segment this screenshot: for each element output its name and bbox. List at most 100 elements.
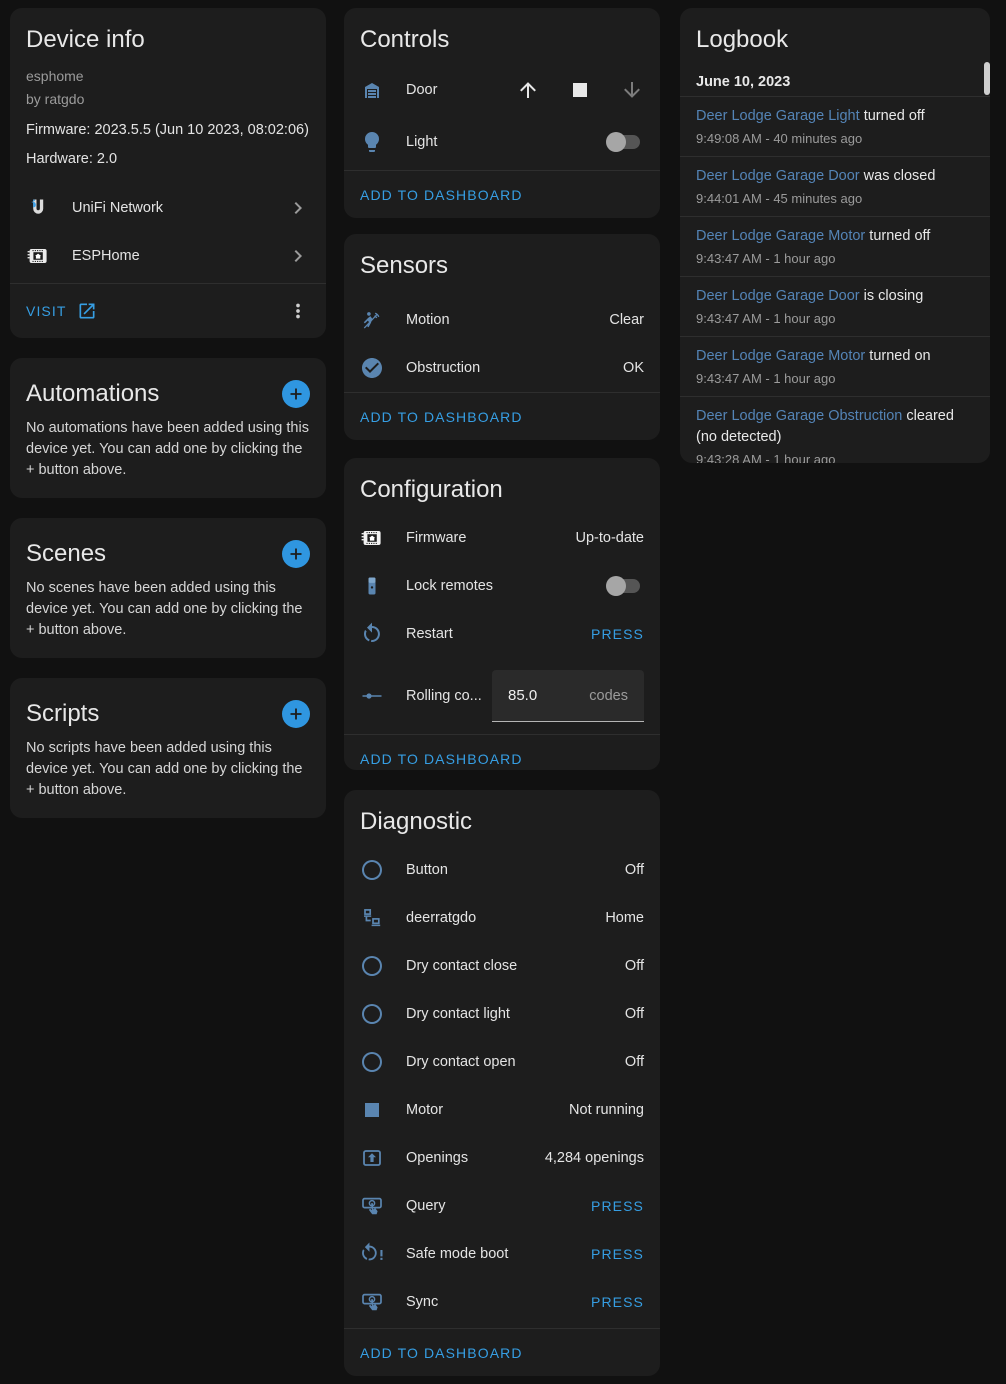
visit-link[interactable]: VISIT [26,301,97,321]
automations-title: Automations [26,380,160,407]
sync-press-button[interactable]: PRESS [591,1294,644,1310]
logbook-date: June 10, 2023 [680,58,990,97]
rolling-code-unit: codes [589,687,628,704]
obstruction-sensor-row[interactable]: Obstruction OK [344,344,660,392]
motion-sensor-row[interactable]: Motion Clear [344,296,660,344]
rolling-code-input[interactable]: 85.0 codes [492,670,644,722]
entry-timestamp: 9:43:47 AM - 1 hour ago [696,251,836,266]
entity-link[interactable]: Deer Lodge Garage Door [696,288,860,304]
gesture-tap-button-icon [360,1194,384,1218]
add-to-dashboard-button[interactable]: ADD TO DASHBOARD [360,409,523,425]
firmware-label: Firmware [406,530,467,546]
logbook-entry: Deer Lodge Garage Light turned off 9:49:… [680,97,990,157]
door-close-button[interactable] [620,78,644,102]
logbook-entry: Deer Lodge Garage Door is closing 9:43:4… [680,277,990,337]
restart-press-button[interactable]: PRESS [591,626,644,642]
add-to-dashboard-button[interactable]: ADD TO DASHBOARD [360,187,523,203]
dry-contact-close-row[interactable]: Dry contact close Off [344,942,660,990]
entity-link[interactable]: Deer Lodge Garage Obstruction [696,408,902,424]
safe-mode-boot-press-button[interactable]: PRESS [591,1246,644,1262]
circle-outline-icon [360,858,384,882]
sync-row[interactable]: Sync PRESS [344,1278,660,1326]
row-value: Off [624,1054,644,1070]
chevron-right-icon [286,196,310,220]
add-to-dashboard-button[interactable]: ADD TO DASHBOARD [360,1345,523,1361]
plus-icon [290,548,302,560]
dry-contact-light-row[interactable]: Dry contact light Off [344,990,660,1038]
lock-remotes-row[interactable]: Lock remotes [344,562,660,610]
device-hardware: Hardware: 2.0 [26,151,118,167]
entity-link[interactable]: Deer Lodge Garage Light [696,108,860,124]
rolling-code-label: Rolling co... [406,688,482,704]
controls-footer: ADD TO DASHBOARD [344,170,660,218]
arrow-down-icon [624,82,640,98]
logbook-scrollbar-thumb[interactable] [984,62,990,95]
entity-link[interactable]: Deer Lodge Garage Door [696,168,860,184]
safe-mode-boot-row[interactable]: Safe mode boot PRESS [344,1230,660,1278]
integrations-list: UniFi Network ESPHome [10,184,326,280]
lightbulb-icon [360,130,384,154]
diagnostic-card: Diagnostic Button Off deerratgdo Home Dr… [344,790,660,1376]
remote-icon [360,574,384,598]
device-info-card: Device info esphome by ratgdo Firmware: … [10,8,326,338]
garage-door-icon [360,78,384,102]
dry-contact-open-row[interactable]: Dry contact open Off [344,1038,660,1086]
counter-slider-icon [360,684,384,708]
entry-timestamp: 9:43:47 AM - 1 hour ago [696,311,836,326]
stop-icon [573,83,587,97]
integration-row-unifi[interactable]: UniFi Network [10,184,326,232]
configuration-card: Configuration Firmware Up-to-date Lock r… [344,458,660,770]
row-value: Home [605,910,644,926]
firmware-row[interactable]: Firmware Up-to-date [344,514,660,562]
row-label: Motor [406,1102,444,1118]
add-script-button[interactable] [282,700,310,728]
configuration-title: Configuration [360,476,503,503]
light-control-row[interactable]: Light [344,116,660,168]
restart-row[interactable]: Restart PRESS [344,610,660,658]
query-row[interactable]: Query PRESS [344,1182,660,1230]
door-control-row[interactable]: Door [344,64,660,116]
entity-link[interactable]: Deer Lodge Garage Motor [696,228,865,244]
query-press-button[interactable]: PRESS [591,1198,644,1214]
deerratgdo-row[interactable]: deerratgdo Home [344,894,660,942]
configuration-footer: ADD TO DASHBOARD [344,734,660,770]
esphome-logo-icon [26,244,50,268]
automations-card: Automations No automations have been add… [10,358,326,498]
button-row[interactable]: Button Off [344,846,660,894]
scenes-empty-text: No scenes have been added using this dev… [26,580,303,638]
entity-link[interactable]: Deer Lodge Garage Motor [696,348,865,364]
row-label: Dry contact close [406,958,518,974]
entry-action: turned on [869,348,931,364]
motion-value: Clear [609,312,644,328]
controls-card: Controls Door Light ADD TO DASHBOARD [344,8,660,218]
lock-remotes-toggle[interactable] [606,576,644,596]
square-icon [360,1098,384,1122]
automations-empty-text: No automations have been added using thi… [26,420,309,478]
motor-row[interactable]: Motor Not running [344,1086,660,1134]
openings-row[interactable]: Openings 4,284 openings [344,1134,660,1182]
integration-row-esphome[interactable]: ESPHome [10,232,326,280]
light-toggle[interactable] [606,132,644,152]
obstruction-label: Obstruction [406,360,481,376]
add-automation-button[interactable] [282,380,310,408]
add-scene-button[interactable] [282,540,310,568]
row-value: Off [624,958,644,974]
row-label: Sync [406,1294,439,1310]
scenes-title: Scenes [26,540,107,567]
add-to-dashboard-button[interactable]: ADD TO DASHBOARD [360,751,523,767]
door-open-button[interactable] [516,78,540,102]
diagnostic-title: Diagnostic [360,808,473,835]
entry-action: was closed [863,168,936,184]
circle-outline-icon [360,1002,384,1026]
plus-icon [290,708,302,720]
entry-timestamp: 9:44:01 AM - 45 minutes ago [696,191,863,206]
circle-outline-icon [360,1050,384,1074]
overflow-menu-icon[interactable] [286,299,310,323]
visit-label: VISIT [26,303,67,319]
door-stop-button[interactable] [568,78,592,102]
network-icon [360,906,384,930]
scripts-card: Scripts No scripts have been added using… [10,678,326,818]
entry-action: turned off [863,108,925,124]
rolling-code-row[interactable]: Rolling co... 85.0 codes [344,658,660,734]
row-label: Openings [406,1150,469,1166]
